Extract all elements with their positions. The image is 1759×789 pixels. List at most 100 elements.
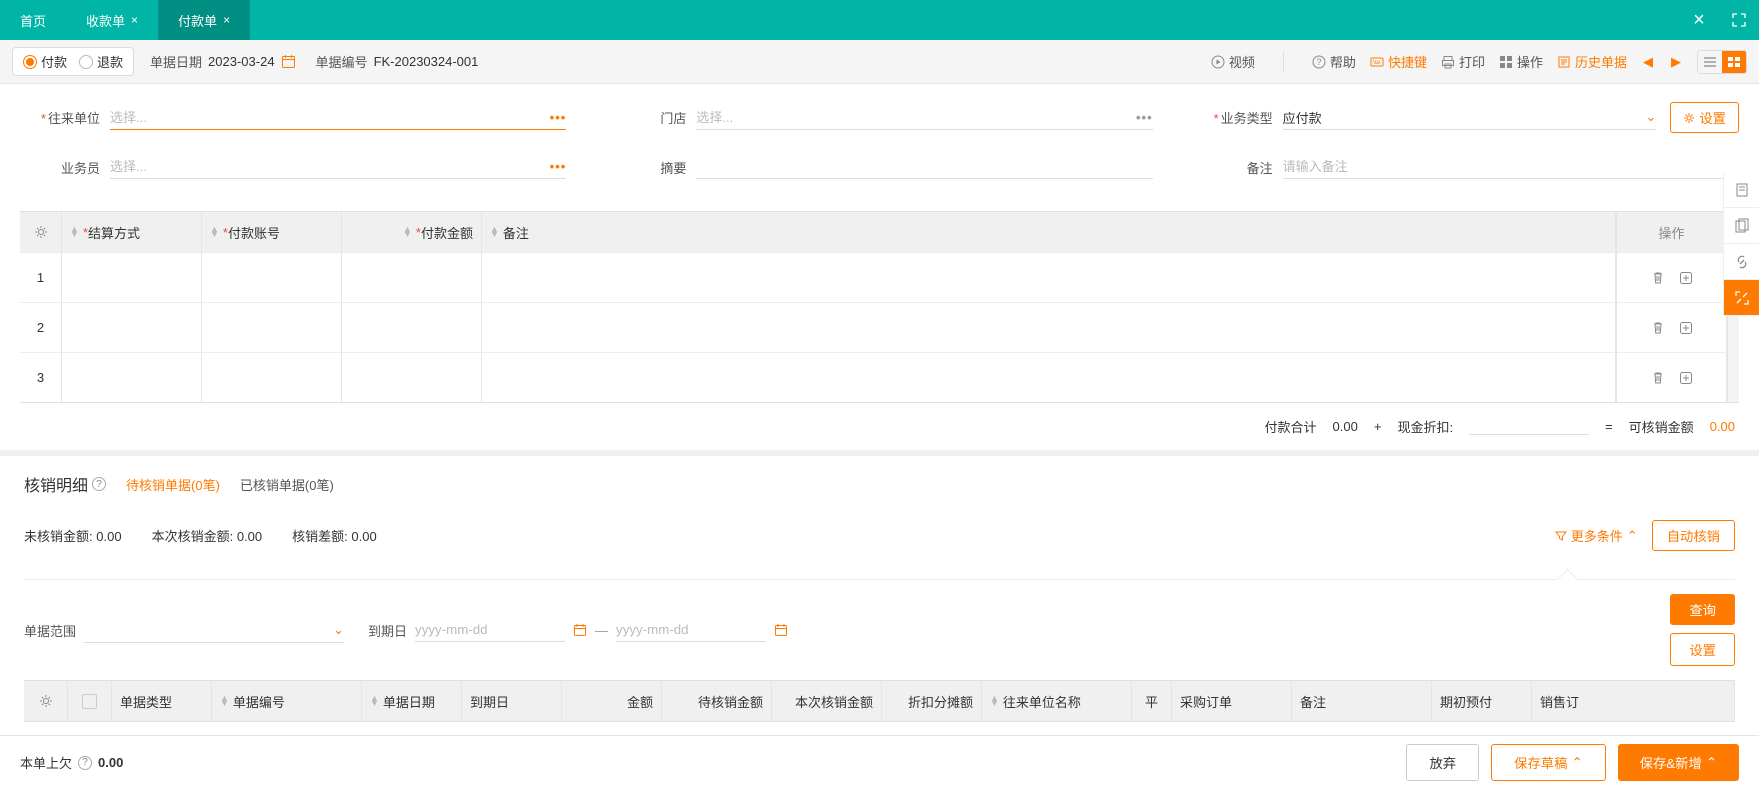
salesman-lookup-icon[interactable]: •••: [550, 159, 567, 174]
tab-label: 收款单: [86, 11, 125, 30]
doc-range-select[interactable]: ⌄: [84, 618, 344, 643]
date-label: 单据日期: [150, 52, 202, 71]
grid-row[interactable]: 1: [20, 252, 1616, 302]
due-date-to[interactable]: [616, 618, 766, 642]
col-initial-prepay[interactable]: 期初预付: [1432, 681, 1532, 721]
dock-link-icon[interactable]: [1723, 244, 1759, 280]
col-discount-alloc[interactable]: 折扣分摊额: [882, 681, 982, 721]
biztype-input[interactable]: [1283, 110, 1646, 125]
col-amount[interactable]: 金额: [562, 681, 662, 721]
close-icon[interactable]: ×: [131, 13, 138, 27]
tab-pending-writeoff[interactable]: 待核销单据(0笔): [126, 475, 220, 494]
col-pay-account[interactable]: ▲▼*付款账号: [202, 212, 342, 252]
doc-no-label: 单据编号: [316, 52, 368, 71]
pay-total-value: 0.00: [1333, 419, 1358, 434]
col-remark[interactable]: 备注: [1292, 681, 1432, 721]
operate-link[interactable]: 操作: [1499, 52, 1543, 71]
col-sales-order[interactable]: 销售订: [1532, 681, 1735, 721]
date-value[interactable]: 2023-03-24: [208, 54, 275, 69]
add-row-icon[interactable]: [1679, 321, 1693, 335]
save-new-button[interactable]: 保存&新增⌃: [1618, 744, 1739, 781]
add-row-icon[interactable]: [1679, 271, 1693, 285]
tab-label: 付款单: [178, 11, 217, 30]
next-doc-icon[interactable]: ▶: [1669, 54, 1683, 70]
window-close-button[interactable]: ×: [1679, 0, 1719, 40]
table-settings-icon[interactable]: [24, 681, 68, 721]
col-settle-method[interactable]: ▲▼*结算方式: [62, 212, 202, 252]
writeoff-section: 核销明细? 待核销单据(0笔) 已核销单据(0笔) 未核销金额: 0.00 本次…: [0, 456, 1759, 561]
close-icon[interactable]: ×: [223, 13, 230, 27]
delete-row-icon[interactable]: [1651, 371, 1665, 385]
save-draft-button[interactable]: 保存草稿⌃: [1491, 744, 1605, 781]
right-dock: [1723, 40, 1759, 316]
diffhx-label: 核销差额:: [292, 529, 348, 544]
tab-done-writeoff[interactable]: 已核销单据(0笔): [240, 475, 334, 494]
dock-expand-icon[interactable]: [1723, 280, 1759, 316]
calendar-icon[interactable]: [774, 623, 788, 637]
grid-settings-icon[interactable]: [20, 212, 62, 252]
radio-pay[interactable]: 付款: [23, 52, 67, 71]
dock-template-icon[interactable]: [1723, 208, 1759, 244]
tab-receipt[interactable]: 收款单 ×: [66, 0, 158, 40]
col-doc-date[interactable]: ▲▼单据日期: [362, 681, 462, 721]
col-doc-no[interactable]: ▲▼单据编号: [212, 681, 362, 721]
select-all-checkbox[interactable]: [82, 694, 97, 709]
video-link[interactable]: 视频: [1211, 52, 1255, 71]
auto-writeoff-button[interactable]: 自动核销: [1652, 520, 1735, 551]
history-link[interactable]: 历史单据: [1557, 52, 1627, 71]
chevron-down-icon[interactable]: ⌄: [1645, 109, 1656, 125]
bottom-bar: 本单上欠 ? 0.00 放弃 保存草稿⌃ 保存&新增⌃: [0, 735, 1759, 789]
delete-row-icon[interactable]: [1651, 271, 1665, 285]
grid-row[interactable]: 3: [20, 352, 1616, 402]
more-conditions-button[interactable]: 更多条件⌃: [1555, 526, 1638, 545]
add-row-icon[interactable]: [1679, 371, 1693, 385]
col-this-writeoff[interactable]: 本次核销金额: [772, 681, 882, 721]
col-due-date[interactable]: 到期日: [462, 681, 562, 721]
summary-bar: 付款合计 0.00 + 现金折扣: = 可核销金额 0.00: [0, 403, 1759, 450]
store-lookup-icon[interactable]: •••: [1136, 110, 1153, 125]
discard-button[interactable]: 放弃: [1406, 744, 1479, 781]
filter-settings-button[interactable]: 设置: [1670, 633, 1735, 666]
vendor-label: 往来单位: [48, 111, 100, 126]
col-remark[interactable]: ▲▼备注: [482, 212, 1616, 252]
col-vendor-name[interactable]: ▲▼往来单位名称: [982, 681, 1132, 721]
biztype-label: 业务类型: [1221, 111, 1273, 126]
avail-label: 可核销金额: [1629, 417, 1694, 436]
dock-draft-icon[interactable]: [1723, 172, 1759, 208]
calendar-icon[interactable]: [573, 623, 587, 637]
tab-payment[interactable]: 付款单 ×: [158, 0, 250, 40]
vendor-input[interactable]: [110, 110, 550, 125]
due-date-label: 到期日: [368, 621, 407, 640]
fullscreen-icon[interactable]: [1719, 0, 1759, 40]
help-link[interactable]: ?帮助: [1312, 52, 1356, 71]
delete-row-icon[interactable]: [1651, 321, 1665, 335]
shortcut-link[interactable]: 快捷键: [1370, 52, 1427, 71]
radio-refund[interactable]: 退款: [79, 52, 123, 71]
col-pay-amount[interactable]: ▲▼*付款金额: [342, 212, 482, 252]
remark-input[interactable]: [1283, 159, 1739, 174]
help-icon[interactable]: ?: [78, 756, 92, 770]
store-input[interactable]: [696, 110, 1136, 125]
doc-no-value: FK-20230324-001: [374, 54, 479, 69]
col-doc-type[interactable]: 单据类型: [112, 681, 212, 721]
avail-value: 0.00: [1710, 419, 1735, 434]
view-list-icon[interactable]: [1698, 51, 1722, 73]
filter-panel: 单据范围 ⌄ 到期日 — 查询 设置: [24, 579, 1735, 680]
chevron-up-icon: ⌃: [1571, 755, 1582, 771]
col-pending-amount[interactable]: 待核销金额: [662, 681, 772, 721]
help-icon[interactable]: ?: [92, 477, 106, 491]
calendar-icon[interactable]: [281, 54, 296, 69]
discount-input[interactable]: [1469, 419, 1589, 435]
discount-label: 现金折扣:: [1397, 417, 1453, 436]
print-link[interactable]: 打印: [1441, 52, 1485, 71]
search-button[interactable]: 查询: [1670, 594, 1735, 625]
tab-home[interactable]: 首页: [0, 0, 66, 40]
vendor-lookup-icon[interactable]: •••: [550, 110, 567, 125]
due-date-from[interactable]: [415, 618, 565, 642]
salesman-input[interactable]: [110, 159, 550, 174]
prev-doc-icon[interactable]: ◀: [1641, 54, 1655, 70]
col-flat[interactable]: 平: [1132, 681, 1172, 721]
grid-row[interactable]: 2: [20, 302, 1616, 352]
col-purchase-order[interactable]: 采购订单: [1172, 681, 1292, 721]
summary-input[interactable]: [696, 159, 1152, 174]
